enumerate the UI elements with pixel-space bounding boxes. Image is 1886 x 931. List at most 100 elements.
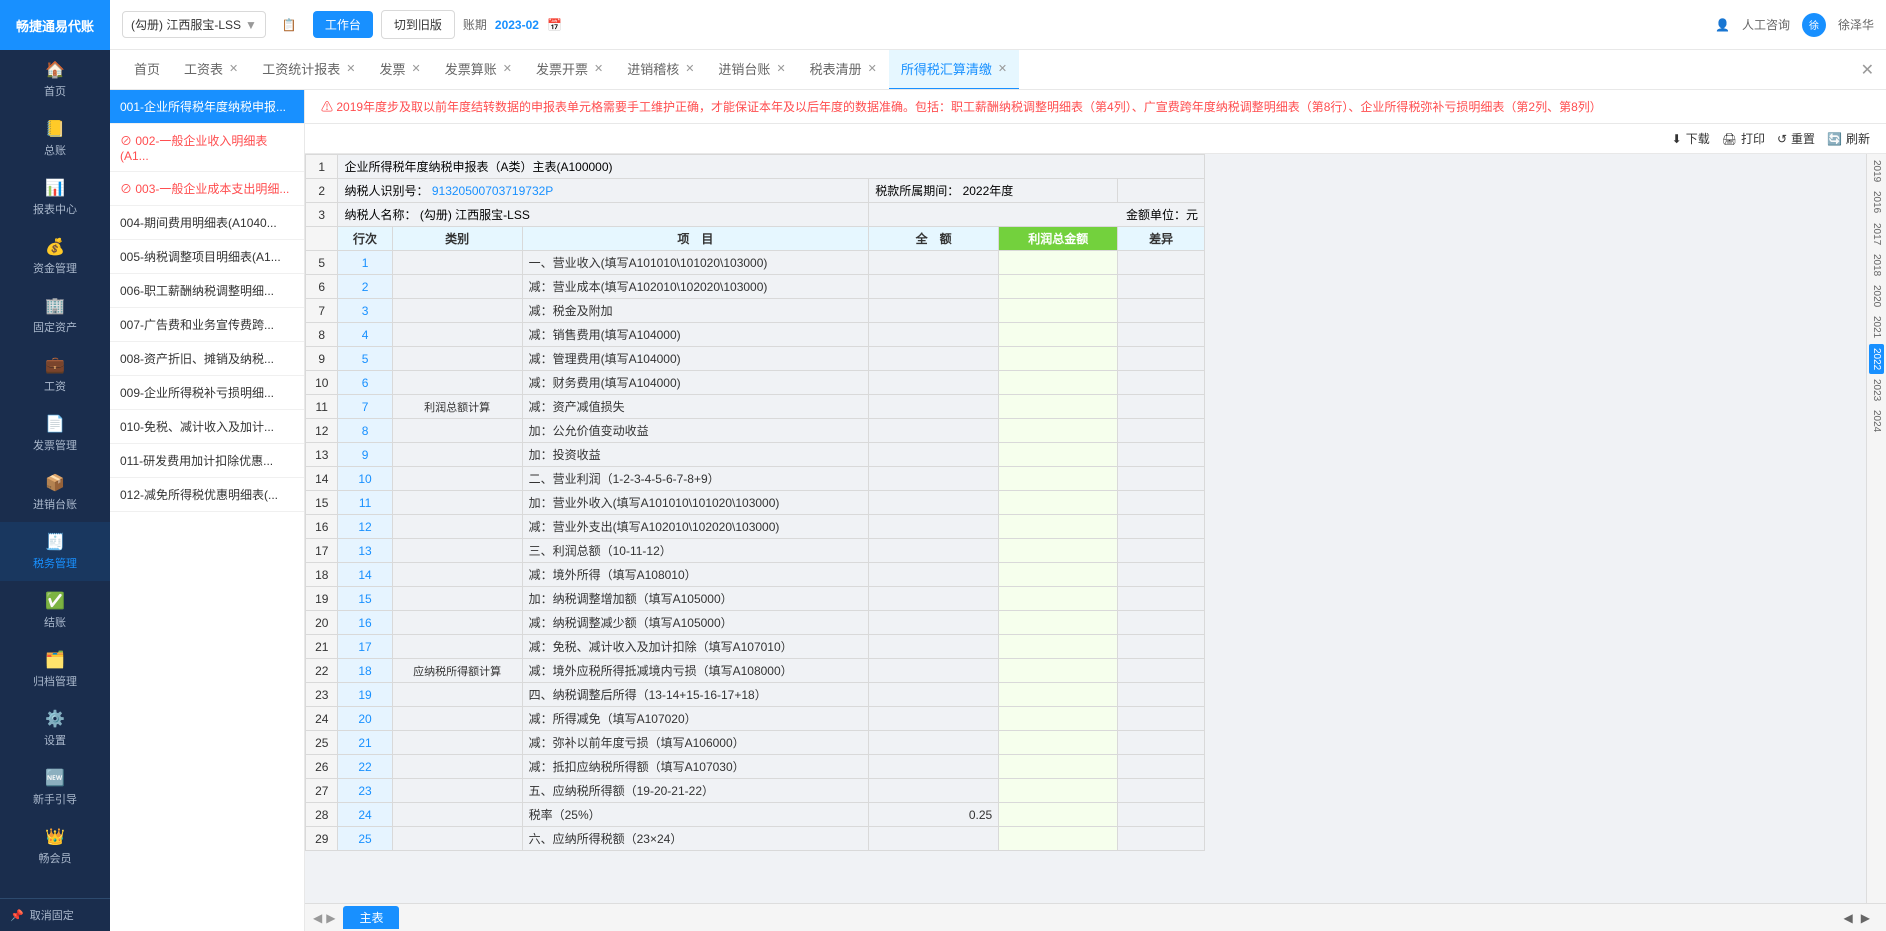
sheet-tab-main[interactable]: 主表 [343,906,399,929]
left-panel-item-002[interactable]: ⊘ 002-一般企业收入明细表(A1... [110,124,304,172]
scroll-left-icon[interactable]: ◀ [1844,911,1853,925]
tab-income-tax-close[interactable]: ✕ [998,62,1007,75]
calendar-icon[interactable]: 📅 [547,18,562,32]
tab-invoice-open-close[interactable]: ✕ [594,62,603,75]
left-panel: 001-企业所得税年度纳税申报... ⊘ 002-一般企业收入明细表(A1...… [110,90,305,931]
tab-invoice[interactable]: 发票 ✕ [367,50,432,90]
left-panel-item-011[interactable]: 011-研发费用加计扣除优惠... [110,444,304,478]
period-label: 账期 [463,16,487,33]
tab-tax-table[interactable]: 税表清册 ✕ [798,50,889,90]
sidebar-item-purchase[interactable]: 📦 进销台账 [0,463,110,522]
tab-home[interactable]: 首页 [122,50,172,90]
tab-purchase-ledger-close[interactable]: ✕ [776,62,785,75]
sidebar-item-ledger[interactable]: 📒 总账 [0,109,110,168]
side-year-2022[interactable]: 2022 [1869,344,1884,374]
side-year-2016[interactable]: 2016 [1869,187,1884,217]
side-year-2020[interactable]: 2020 [1869,281,1884,311]
sidebar-item-asset[interactable]: 🏢 固定资产 [0,286,110,345]
sheet-nav-left[interactable]: ◀ [313,911,322,925]
refresh-button[interactable]: 🔄 刷新 [1827,130,1870,147]
sidebar-item-fund[interactable]: 💰 资金管理 [0,227,110,286]
tab-salary[interactable]: 工资表 ✕ [172,50,250,90]
table-row: 15 11 加：营业外收入(填写A101010\101020\103000) [306,491,1205,515]
spreadsheet-main[interactable]: 1 企业所得税年度纳税申报表（A类）主表(A100000) 2 纳税人识别号： … [305,154,1866,903]
tab-salary-report[interactable]: 工资统计报表 ✕ [250,50,367,90]
side-year-2019[interactable]: 2019 [1869,156,1884,186]
asset-icon: 🏢 [45,296,65,316]
error-icon: ⊘ [120,134,135,148]
left-panel-item-001[interactable]: 001-企业所得税年度纳税申报... [110,90,304,124]
tab-salary-report-close[interactable]: ✕ [346,62,355,75]
sidebar-item-guide[interactable]: 🆕 新手引导 [0,758,110,817]
sidebar-item-settle[interactable]: ✅ 结账 [0,581,110,640]
sidebar-item-archive[interactable]: 🗂️ 归档管理 [0,640,110,699]
sidebar-item-invoice[interactable]: 📄 发票管理 [0,404,110,463]
tab-purchase-ledger[interactable]: 进销台账 ✕ [706,50,797,90]
side-year-2018[interactable]: 2018 [1869,250,1884,280]
download-button[interactable]: ⬇ 下载 [1672,130,1710,147]
tab-salary-close[interactable]: ✕ [229,62,238,75]
spreadsheet-wrapper: 1 企业所得税年度纳税申报表（A类）主表(A100000) 2 纳税人识别号： … [305,154,1886,903]
sidebar-item-home[interactable]: 🏠 首页 [0,50,110,109]
table-row: 25 21 减：弥补以前年度亏损（填写A106000） [306,731,1205,755]
settle-icon: ✅ [45,591,65,611]
report-icon: 📊 [45,178,65,198]
sidebar-item-tax[interactable]: 🧾 税务管理 [0,522,110,581]
switch-version-button[interactable]: 切到旧版 [381,10,455,39]
tab-tax-table-close[interactable]: ✕ [868,62,877,75]
company-selector[interactable]: (勾册) 江西服宝-LSS ▼ [122,11,266,38]
sidebar-item-settings[interactable]: ⚙️ 设置 [0,699,110,758]
spreadsheet-toolbar: ⬇ 下载 🖨 打印 ↺ 重置 🔄 刷新 [305,124,1886,154]
left-panel-item-006[interactable]: 006-职工薪酬纳税调整明细... [110,274,304,308]
table-row: 13 9 加：投资收益 [306,443,1205,467]
purchase-icon: 📦 [45,473,65,493]
side-year-2024[interactable]: 2024 [1869,406,1884,436]
reset-button[interactable]: ↺ 重置 [1777,130,1815,147]
workspace-button[interactable]: 工作台 [313,11,373,38]
tab-invoice-calc-close[interactable]: ✕ [503,62,512,75]
sheet-nav-right[interactable]: ▶ [326,911,335,925]
table-row: 16 12 减：营业外支出(填写A102010\102020\103000) [306,515,1205,539]
left-panel-item-007[interactable]: 007-广告费和业务宣传费跨... [110,308,304,342]
left-panel-item-012[interactable]: 012-减免所得税优惠明细表(... [110,478,304,512]
tab-invoice-open[interactable]: 发票开票 ✕ [524,50,615,90]
col-header-xiangmu: 项 目 [522,227,869,251]
tab-income-tax[interactable]: 所得税汇算清缴 ✕ [889,50,1019,90]
side-year-2023[interactable]: 2023 [1869,375,1884,405]
warning-text: 2019年度步及取以前年度结转数据的申报表单元格需要手工维护正确，才能保证本年及… [336,100,1601,114]
topbar: (勾册) 江西服宝-LSS ▼ 📋 工作台 切到旧版 账期 2023-02 📅 … [110,0,1886,50]
scroll-right-icon[interactable]: ▶ [1861,911,1870,925]
tab-invoice-calc[interactable]: 发票算账 ✕ [433,50,524,90]
col-header-profit: 利润总金额 [999,227,1118,251]
main-area: (勾册) 江西服宝-LSS ▼ 📋 工作台 切到旧版 账期 2023-02 📅 … [110,0,1886,931]
tab-invoice-close[interactable]: ✕ [412,62,421,75]
table-row: 18 14 减：境外所得（填写A108010） [306,563,1205,587]
print-button[interactable]: 🖨 打印 [1722,130,1765,147]
sidebar-item-report[interactable]: 📊 报表中心 [0,168,110,227]
left-panel-item-004[interactable]: 004-期间费用明细表(A1040... [110,206,304,240]
sidebar-item-salary[interactable]: 💼 工资 [0,345,110,404]
user-name[interactable]: 徐泽华 [1838,16,1874,33]
side-year-2021[interactable]: 2021 [1869,312,1884,342]
refresh-icon: 🔄 [1827,132,1842,146]
left-panel-item-009[interactable]: 009-企业所得税补亏损明细... [110,376,304,410]
left-panel-item-003[interactable]: ⊘ 003-一般企业成本支出明细... [110,172,304,206]
guide-icon: 🆕 [45,768,65,788]
salary-icon: 💼 [45,355,65,375]
sidebar-item-member[interactable]: 👑 畅会员 [0,817,110,876]
copy-icon-button[interactable]: 📋 [274,14,305,36]
tab-purchase-check[interactable]: 进销稽核 ✕ [615,50,706,90]
tab-purchase-check-close[interactable]: ✕ [685,62,694,75]
user-service-label[interactable]: 人工咨询 [1742,16,1790,33]
left-panel-item-008[interactable]: 008-资产折旧、摊销及纳税... [110,342,304,376]
table-row: 14 10 二、营业利润（1-2-3-4-5-6-7-8+9） [306,467,1205,491]
unpin-button[interactable]: 📌 取消固定 [0,899,110,931]
left-panel-item-005[interactable]: 005-纳税调整项目明细表(A1... [110,240,304,274]
close-all-tabs-button[interactable]: ✕ [1861,60,1874,80]
home-icon: 🏠 [45,60,65,80]
left-panel-item-010[interactable]: 010-免税、减计收入及加计... [110,410,304,444]
sidebar: 畅捷通易代账 🏠 首页 📒 总账 📊 报表中心 💰 资金管理 🏢 固定资产 💼 … [0,0,110,931]
bottom-scroll-area: ◀ ▶ [399,908,1878,928]
topbar-right: 👤 人工咨询 徐 徐泽华 [1715,13,1874,37]
side-year-2017[interactable]: 2017 [1869,219,1884,249]
